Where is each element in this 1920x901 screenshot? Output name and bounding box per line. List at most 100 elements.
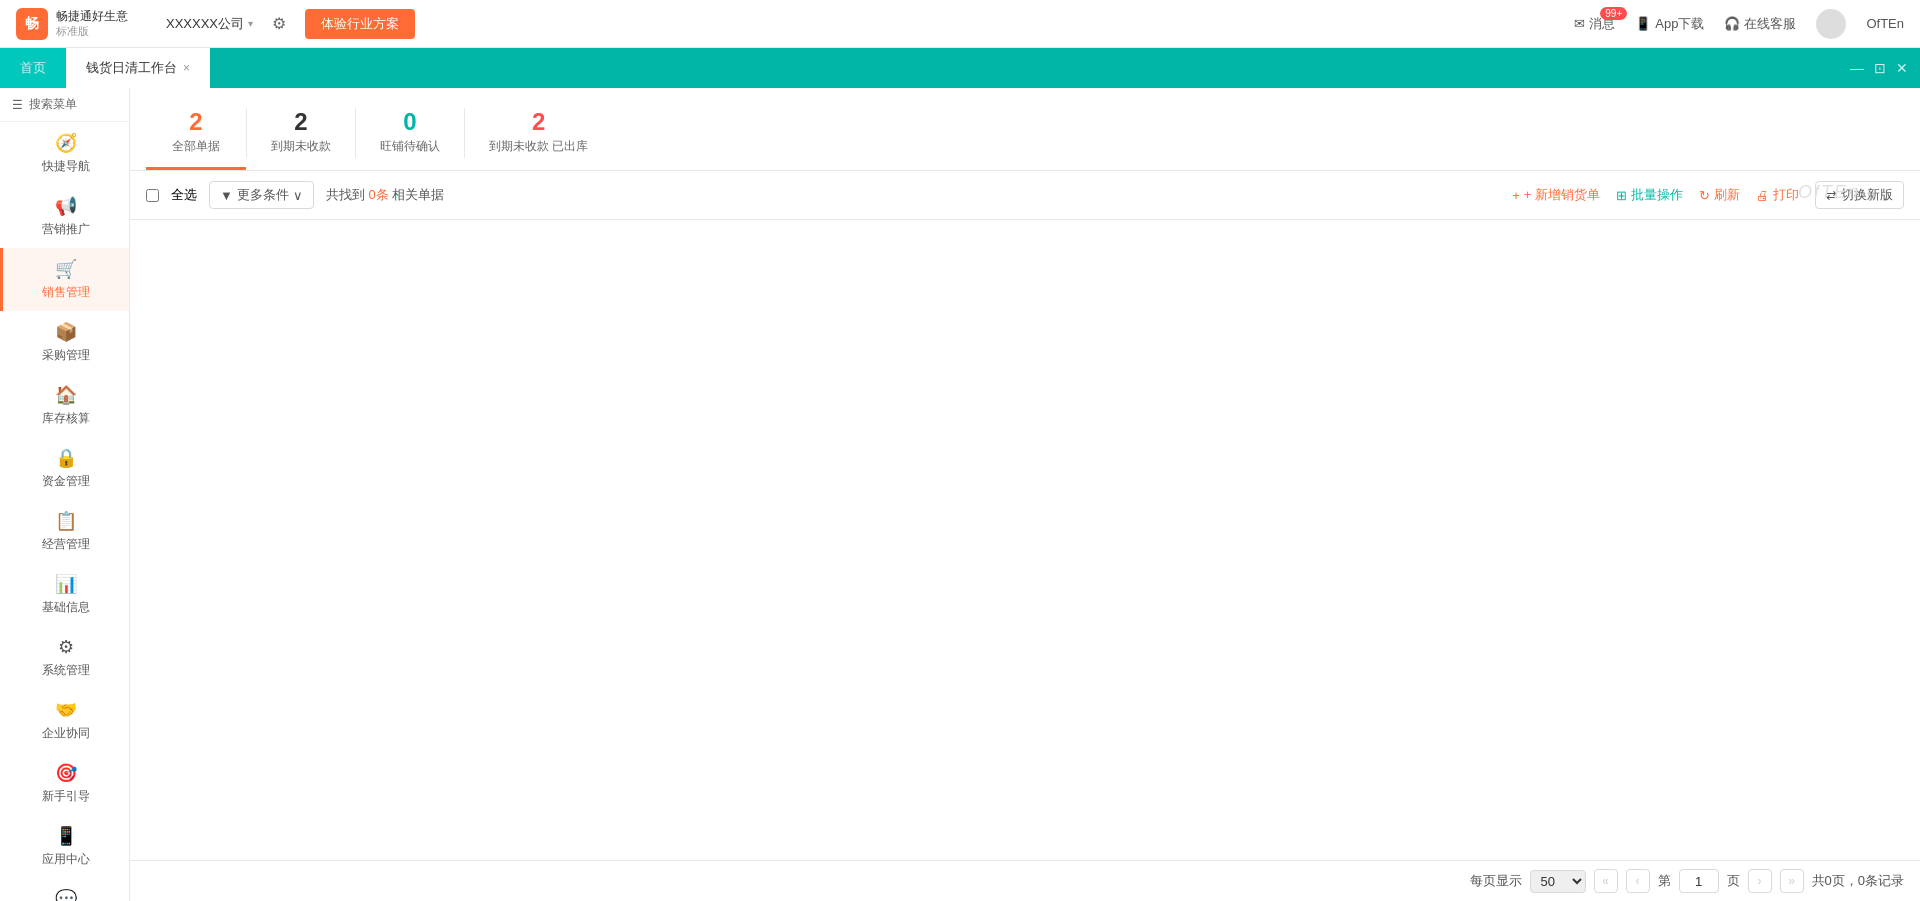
experience-button[interactable]: 体验行业方案 [305, 9, 415, 39]
toolbar-right: + + 新增销货单 ⊞ 批量操作 ↻ 刷新 🖨 打印 ⇄ 切换新版 [1512, 181, 1904, 209]
user-name: OfTEn [1866, 16, 1904, 31]
sidebar-item-purchase[interactable]: 📦 采购管理 [0, 311, 129, 374]
stat-label-all: 全部单据 [172, 138, 220, 155]
print-icon: 🖨 [1756, 188, 1769, 203]
add-icon: + [1512, 188, 1520, 203]
sidebar-item-basic-info[interactable]: 📊 基础信息 [0, 563, 129, 626]
search-menu-label: 搜索菜单 [29, 96, 77, 113]
print-label: 打印 [1773, 186, 1799, 204]
purchase-icon: 📦 [55, 321, 77, 343]
page-label: 第 [1658, 872, 1671, 890]
app-download-button[interactable]: 📱 App下载 [1635, 15, 1704, 33]
sidebar-item-guide[interactable]: 🎯 新手引导 [0, 752, 129, 815]
page-number-input[interactable] [1679, 869, 1719, 893]
sidebar-item-label: 资金管理 [42, 473, 90, 490]
marketing-icon: 📢 [55, 195, 77, 217]
sidebar-item-label: 应用中心 [42, 851, 90, 868]
stats-tabs: 2 全部单据 2 到期未收款 0 旺铺待确认 2 到期未收款 已出库 [130, 88, 1920, 171]
operation-icon: 📋 [55, 510, 77, 532]
top-header: 畅 畅捷通好生意 标准版 XXXXXX公司 ▾ ⚙ 体验行业方案 ✉ 消息 99… [0, 0, 1920, 48]
stat-label-overdue-out: 到期未收款 已出库 [489, 138, 588, 155]
guide-icon: 🎯 [55, 762, 77, 784]
stat-tab-overdue[interactable]: 2 到期未收款 [247, 100, 355, 170]
apps-icon: 📱 [55, 825, 77, 847]
per-page-select[interactable]: 50 20 100 [1530, 870, 1586, 893]
online-service-button[interactable]: 🎧 在线客服 [1724, 15, 1796, 33]
batch-label: 批量操作 [1631, 186, 1683, 204]
sidebar-item-wechat[interactable]: 💬 企业微信 [0, 878, 129, 901]
online-service-label: 在线客服 [1744, 15, 1796, 33]
finance-icon: 🔒 [55, 447, 77, 469]
main-layout: ☰ 搜索菜单 🧭 快捷导航 📢 营销推广 🛒 销售管理 📦 采购管理 🏠 库存核… [0, 88, 1920, 901]
quick-nav-icon: 🧭 [55, 132, 77, 154]
stat-label-pending: 旺铺待确认 [380, 138, 440, 155]
stat-num-all: 2 [189, 108, 202, 136]
pagination: 每页显示 50 20 100 « ‹ 第 页 › » 共0页，0条记录 [130, 860, 1920, 901]
sidebar-item-finance[interactable]: 🔒 资金管理 [0, 437, 129, 500]
logo-area: 畅 畅捷通好生意 标准版 [16, 8, 146, 40]
print-button[interactable]: 🖨 打印 [1756, 186, 1799, 204]
settings-button[interactable]: ⚙ [265, 10, 293, 38]
select-all-label: 全选 [171, 186, 197, 204]
sidebar-item-sales[interactable]: 🛒 销售管理 [0, 248, 129, 311]
page-last-button[interactable]: » [1780, 869, 1804, 893]
logo-icon: 畅 [16, 8, 48, 40]
close-window-icon[interactable]: ✕ [1896, 60, 1908, 76]
sidebar-item-label: 营销推广 [42, 221, 90, 238]
message-badge: 99+ [1600, 7, 1627, 20]
sidebar-item-label: 采购管理 [42, 347, 90, 364]
header-center: XXXXXX公司 ▾ ⚙ 体验行业方案 [146, 9, 1574, 39]
minimize-icon[interactable]: — [1850, 60, 1864, 76]
sidebar-item-label: 快捷导航 [42, 158, 90, 175]
basic-info-icon: 📊 [55, 573, 77, 595]
page-first-button[interactable]: « [1594, 869, 1618, 893]
company-selector[interactable]: XXXXXX公司 ▾ [166, 15, 253, 33]
cooperation-icon: 🤝 [55, 699, 77, 721]
table-area [130, 220, 1920, 860]
per-page-label: 每页显示 [1470, 872, 1522, 890]
avatar[interactable] [1816, 9, 1846, 39]
sidebar-item-system[interactable]: ⚙ 系统管理 [0, 626, 129, 689]
add-sale-button[interactable]: + + 新增销货单 [1512, 186, 1600, 204]
stat-tab-pending[interactable]: 0 旺铺待确认 [356, 100, 464, 170]
maximize-icon[interactable]: ⊡ [1874, 60, 1886, 76]
header-right: ✉ 消息 99+ 📱 App下载 🎧 在线客服 OfTEn [1574, 9, 1904, 39]
toolbar-left: 全选 ▼ 更多条件 ∨ 共找到 0条 相关单据 [146, 181, 1500, 209]
content-area: 2 全部单据 2 到期未收款 0 旺铺待确认 2 到期未收款 已出库 [130, 88, 1920, 901]
sidebar-item-quick-nav[interactable]: 🧭 快捷导航 [0, 122, 129, 185]
tab-bar-right: — ⊡ ✕ [1850, 60, 1920, 76]
sidebar-item-label: 系统管理 [42, 662, 90, 679]
phone-icon: 📱 [1635, 16, 1651, 31]
page-next-button[interactable]: › [1748, 869, 1772, 893]
switch-version-button[interactable]: ⇄ 切换新版 [1815, 181, 1904, 209]
add-label: + 新增销货单 [1524, 186, 1600, 204]
chevron-down-icon: ▾ [248, 18, 253, 29]
more-filter-button[interactable]: ▼ 更多条件 ∨ [209, 181, 314, 209]
logo-text: 畅捷通好生意 标准版 [56, 9, 128, 39]
total-label: 共0页，0条记录 [1812, 872, 1904, 890]
stat-num-overdue-out: 2 [532, 108, 545, 136]
sidebar-item-inventory[interactable]: 🏠 库存核算 [0, 374, 129, 437]
refresh-button[interactable]: ↻ 刷新 [1699, 186, 1740, 204]
sidebar-item-operation[interactable]: 📋 经营管理 [0, 500, 129, 563]
sidebar: ☰ 搜索菜单 🧭 快捷导航 📢 营销推广 🛒 销售管理 📦 采购管理 🏠 库存核… [0, 88, 130, 901]
stat-tab-all[interactable]: 2 全部单据 [146, 100, 246, 170]
page-prev-button[interactable]: ‹ [1626, 869, 1650, 893]
sidebar-item-apps[interactable]: 📱 应用中心 [0, 815, 129, 878]
sidebar-item-marketing[interactable]: 📢 营销推广 [0, 185, 129, 248]
search-menu[interactable]: ☰ 搜索菜单 [0, 88, 129, 122]
stat-tab-overdue-out[interactable]: 2 到期未收款 已出库 [465, 100, 612, 170]
refresh-icon: ↻ [1699, 188, 1710, 203]
batch-operation-button[interactable]: ⊞ 批量操作 [1616, 186, 1683, 204]
sidebar-item-cooperation[interactable]: 🤝 企业协同 [0, 689, 129, 752]
select-all-checkbox[interactable] [146, 189, 159, 202]
message-button[interactable]: ✉ 消息 99+ [1574, 15, 1615, 33]
switch-icon: ⇄ [1826, 188, 1837, 203]
service-icon: 🎧 [1724, 16, 1740, 31]
tab-close-icon[interactable]: × [183, 61, 190, 75]
tab-active[interactable]: 钱货日清工作台 × [66, 48, 210, 88]
sidebar-item-label: 基础信息 [42, 599, 90, 616]
tab-home[interactable]: 首页 [0, 48, 66, 88]
more-filter-label: 更多条件 [237, 186, 289, 204]
sidebar-item-label: 新手引导 [42, 788, 90, 805]
